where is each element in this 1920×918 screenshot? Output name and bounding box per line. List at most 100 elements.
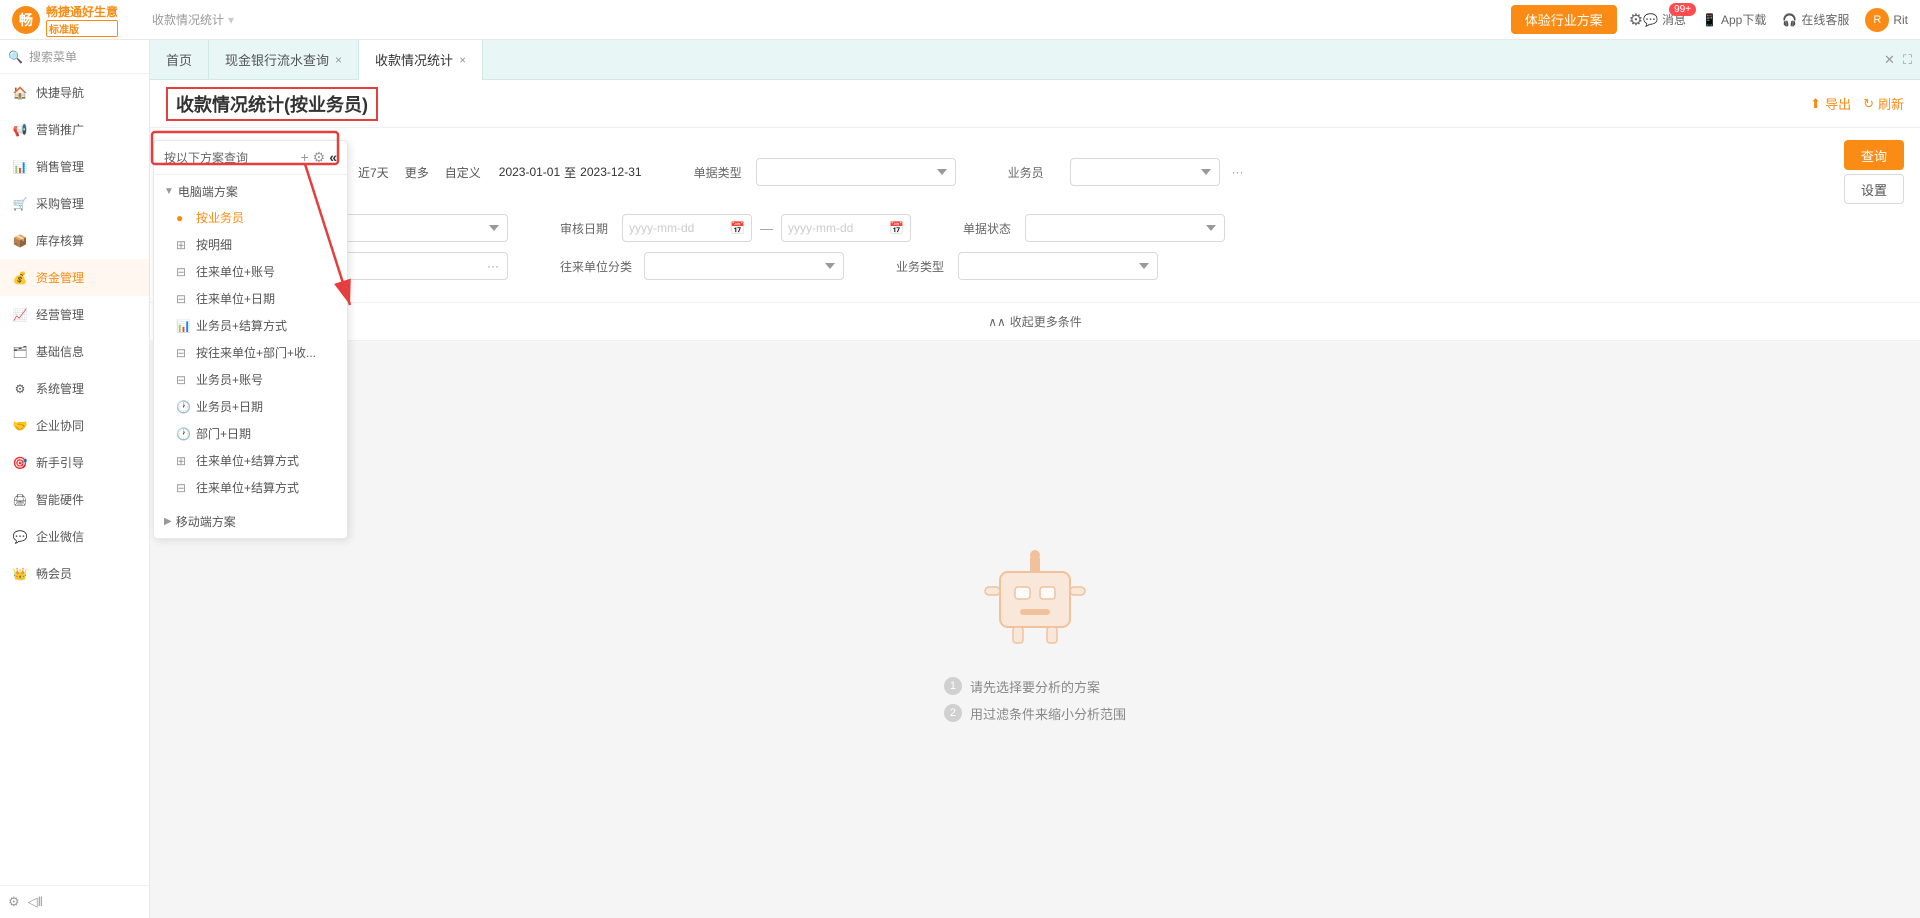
salesman-more-icon[interactable]: ···: [1232, 165, 1244, 179]
scheme-panel-header: 按以下方案查询 + ⚙ «: [154, 141, 347, 175]
sidebar-item-system[interactable]: ⚙ 系统管理: [0, 370, 149, 407]
date-btn-custom[interactable]: 自定义: [439, 162, 487, 183]
scheme-item-counterpart-dept[interactable]: ⊟ 按往来单位+部门+收...: [154, 339, 347, 366]
scheme-item-salesman-date[interactable]: 🕐 业务员+日期: [154, 393, 347, 420]
export-icon: ⬆: [1810, 96, 1821, 112]
tab-collection[interactable]: 收款情况统计 ×: [359, 40, 483, 80]
scheme-item-detail[interactable]: ⊞ 按明细: [154, 231, 347, 258]
gear-icon[interactable]: ⚙: [1629, 10, 1643, 30]
scheme-item-label: 按明细: [196, 236, 232, 253]
sidebar-item-marketing[interactable]: 📢 营销推广: [0, 111, 149, 148]
counterpart-more-icon[interactable]: ···: [487, 259, 499, 273]
scheme-item-salesman-account[interactable]: ⊟ 业务员+账号: [154, 366, 347, 393]
page-actions: ⬆ 导出 ↻ 刷新: [1810, 94, 1904, 113]
grid-icon-2: ⊞: [176, 454, 190, 468]
date-btn-7days[interactable]: 近7天: [352, 162, 395, 183]
wechat-icon: 💬: [12, 529, 28, 545]
setting-scheme-icon[interactable]: ⚙: [313, 149, 326, 166]
sidebar-item-basic[interactable]: 🗂 基础信息: [0, 333, 149, 370]
page-title: 收款情况统计(按业务员): [166, 87, 378, 121]
tab-bank-flow[interactable]: 现金银行流水查询 ×: [209, 40, 359, 80]
tip-num-2: 2: [944, 704, 962, 722]
search-icon: 🔍: [8, 50, 23, 64]
setting-button[interactable]: 设置: [1844, 174, 1904, 204]
collapse-icon: ∧∧: [988, 315, 1006, 329]
date-btn-more[interactable]: 更多: [399, 162, 435, 183]
empty-state-icon: [975, 537, 1095, 657]
sidebar-item-sales[interactable]: 📊 销售管理: [0, 148, 149, 185]
search-menu-item[interactable]: 🔍 搜索菜单: [0, 40, 149, 74]
data-area: 1 请先选择要分析的方案 2 用过滤条件来缩小分析范围: [150, 341, 1920, 918]
edition-badge: 标准版: [46, 20, 118, 37]
export-button[interactable]: ⬆ 导出: [1810, 94, 1851, 113]
voucher-status-select[interactable]: [1025, 214, 1225, 242]
voucher-type-label: 单据类型: [694, 164, 744, 181]
scheme-group-mobile-title[interactable]: ▶ 移动端方案: [154, 509, 347, 534]
sidebar-item-enterprise[interactable]: 🤝 企业协同: [0, 407, 149, 444]
scheme-item-salesman-settle[interactable]: 📊 业务员+结算方式: [154, 312, 347, 339]
tip-item-1: 1 请先选择要分析的方案: [944, 677, 1126, 696]
tab-expand-icon[interactable]: ⛶: [1903, 52, 1912, 68]
business-type-select[interactable]: [958, 252, 1158, 280]
voucher-status-label: 单据状态: [963, 220, 1013, 237]
purchase-icon: 🛒: [12, 196, 28, 212]
group-desktop-label: 电脑端方案: [178, 183, 238, 200]
tip-item-2: 2 用过滤条件来缩小分析范围: [944, 704, 1126, 723]
scheme-item-label: 往来单位+账号: [196, 263, 275, 280]
review-date-to-input[interactable]: yyyy-mm-dd 📅: [781, 214, 911, 242]
scheme-item-counterpart-date[interactable]: ⊟ 往来单位+日期: [154, 285, 347, 312]
collapse-button[interactable]: ∧∧ 收起更多条件: [988, 313, 1082, 330]
sidebar-item-purchase[interactable]: 🛒 采购管理: [0, 185, 149, 222]
trial-button[interactable]: 体验行业方案: [1511, 5, 1617, 34]
scheme-item-label: 往来单位+结算方式: [196, 479, 299, 496]
app-logo: 畅 畅捷通好生意 标准版: [12, 3, 152, 37]
notification-button[interactable]: 💬 消息 99+: [1643, 11, 1686, 28]
sidebar-item-hardware[interactable]: 🖨 智能硬件: [0, 481, 149, 518]
tab-collection-close[interactable]: ×: [459, 53, 466, 67]
settings-icon[interactable]: ⚙: [8, 894, 20, 910]
sidebar-item-finance[interactable]: 💰 资金管理: [0, 259, 149, 296]
scheme-item-dept-date[interactable]: 🕐 部门+日期: [154, 420, 347, 447]
scheme-item-counterpart-settle-1[interactable]: ⊞ 往来单位+结算方式: [154, 447, 347, 474]
tab-bar-actions: ✕ ⛶: [1884, 52, 1920, 68]
tab-home[interactable]: 首页: [150, 40, 209, 80]
collapse-sidebar-icon[interactable]: ◁‖: [28, 894, 43, 910]
sidebar-item-guide[interactable]: 🎯 新手引导: [0, 444, 149, 481]
app-name: 畅捷通好生意: [46, 3, 118, 20]
user-avatar[interactable]: R Rit: [1865, 8, 1908, 32]
sidebar-item-operations[interactable]: 📈 经营管理: [0, 296, 149, 333]
scheme-panel-title: 按以下方案查询: [164, 149, 248, 166]
collapse-scheme-icon[interactable]: «: [329, 149, 337, 166]
scheme-item-salesman[interactable]: ● 按业务员: [154, 204, 347, 231]
sidebar-item-wechat[interactable]: 💬 企业微信: [0, 518, 149, 555]
app-download-button[interactable]: 📱 App下载: [1702, 11, 1766, 28]
business-type-label: 业务类型: [896, 258, 946, 275]
scheme-item-counterpart-settle-2[interactable]: ⊟ 往来单位+结算方式: [154, 474, 347, 501]
sidebar-item-quicknav[interactable]: 🏠 快捷导航: [0, 74, 149, 111]
tab-close-all-icon[interactable]: ✕: [1884, 52, 1895, 68]
tip-text-1: 请先选择要分析的方案: [970, 677, 1100, 696]
scheme-item-counterpart-account[interactable]: ⊟ 往来单位+账号: [154, 258, 347, 285]
counterpart-category-select[interactable]: [644, 252, 844, 280]
query-button[interactable]: 查询: [1844, 140, 1904, 170]
mobile-group-arrow-icon: ▶: [164, 516, 172, 527]
guide-icon: 🎯: [12, 455, 28, 471]
filter-row-1: 单据日期 上月 本月 本年 近7天 更多 自定义 2023-01-01 至 20…: [166, 140, 1904, 204]
chart-icon: 📊: [176, 319, 190, 333]
review-date-from-input[interactable]: yyyy-mm-dd 📅: [622, 214, 752, 242]
date-from-value: 2023-01-01: [499, 165, 560, 179]
scheme-group-desktop-title[interactable]: ▼ 电脑端方案: [154, 179, 347, 204]
voucher-type-select[interactable]: [756, 158, 956, 186]
sidebar-item-inventory[interactable]: 📦 库存核算: [0, 222, 149, 259]
service-icon: 🎧: [1782, 13, 1797, 27]
enterprise-icon: 🤝: [12, 418, 28, 434]
salesman-select[interactable]: [1070, 158, 1220, 186]
sales-icon: 📊: [12, 159, 28, 175]
table-icon-5: ⊟: [176, 481, 190, 495]
basic-icon: 🗂: [12, 344, 28, 360]
tab-bank-flow-close[interactable]: ×: [335, 53, 342, 67]
online-service-button[interactable]: 🎧 在线客服: [1782, 11, 1849, 28]
add-scheme-icon[interactable]: +: [300, 149, 308, 166]
refresh-button[interactable]: ↻ 刷新: [1863, 94, 1904, 113]
sidebar-item-member[interactable]: 👑 畅会员: [0, 555, 149, 592]
